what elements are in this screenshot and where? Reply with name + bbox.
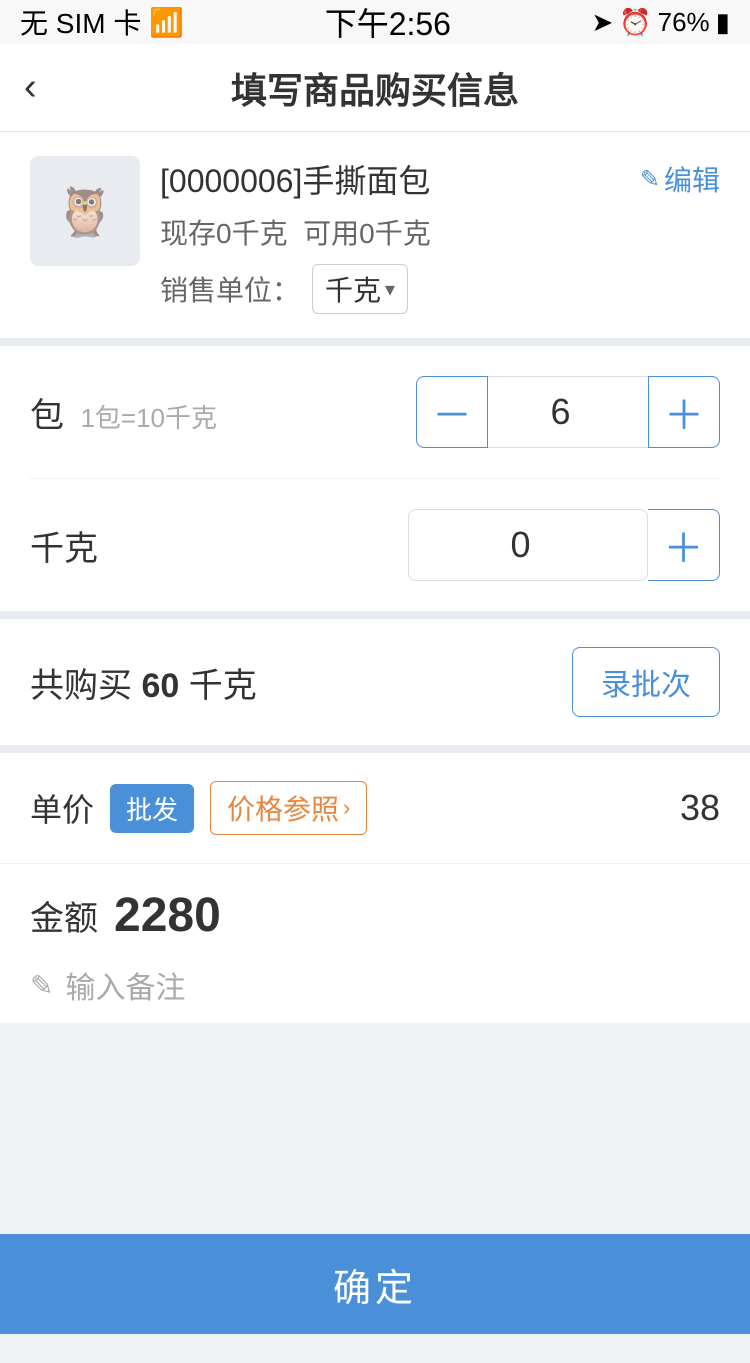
back-button[interactable]: ‹ bbox=[24, 66, 37, 109]
product-name-row: [0000006]手撕面包 ✎ 编辑 bbox=[160, 156, 720, 202]
location-icon: ➤ bbox=[591, 7, 613, 38]
nav-bar: ‹ 填写商品购买信息 bbox=[0, 44, 750, 132]
remark-text: 输入备注 bbox=[65, 963, 185, 1007]
kg-quantity-input[interactable] bbox=[408, 509, 648, 581]
product-image: 🦉 bbox=[30, 156, 140, 266]
available-label: 可用0千克 bbox=[303, 218, 431, 249]
status-right: ➤ ⏰ 76% ▮ bbox=[591, 7, 730, 38]
product-info: [0000006]手撕面包 ✎ 编辑 现存0千克 可用0千克 销售单位： 千克 … bbox=[160, 156, 720, 314]
stock-label: 现存0千克 bbox=[160, 218, 288, 249]
summary-amount: 60 bbox=[141, 667, 188, 705]
wifi-icon: 📶 bbox=[149, 6, 184, 39]
product-name: [0000006]手撕面包 bbox=[160, 156, 430, 202]
amount-label: 金额 bbox=[30, 891, 98, 940]
quantity-section: 包 1包=10千克 － ＋ 千克 ＋ bbox=[0, 346, 750, 619]
confirm-button[interactable]: 确定 bbox=[0, 1234, 750, 1334]
product-code: [0000006] bbox=[160, 163, 302, 199]
product-image-icon: 🦉 bbox=[55, 183, 115, 240]
unit-arrow-icon: ▾ bbox=[385, 277, 395, 302]
kg-label: 千克 bbox=[30, 521, 98, 570]
price-section: 单价 批发 价格参照 › 38 bbox=[0, 753, 750, 864]
edit-label: 编辑 bbox=[664, 159, 720, 199]
remark-row[interactable]: ✎ 输入备注 bbox=[30, 963, 720, 1007]
amount-section: 金额 2280 ✎ 输入备注 bbox=[0, 864, 750, 1023]
amount-value: 2280 bbox=[114, 888, 221, 943]
remark-icon: ✎ bbox=[30, 969, 53, 1002]
bag-quantity-row: 包 1包=10千克 － ＋ bbox=[30, 346, 720, 479]
bag-sublabel: 1包=10千克 bbox=[80, 403, 217, 433]
status-left: 无 SIM 卡 📶 bbox=[20, 2, 184, 42]
summary-prefix: 共购买 bbox=[30, 667, 132, 705]
price-ref-button[interactable]: 价格参照 › bbox=[210, 781, 367, 835]
kg-plus-button[interactable]: ＋ bbox=[648, 509, 720, 581]
bag-minus-button[interactable]: － bbox=[416, 376, 488, 448]
product-unit-row: 销售单位： 千克 ▾ bbox=[160, 264, 720, 314]
price-ref-label: 价格参照 bbox=[227, 788, 339, 828]
carrier-text: 无 SIM 卡 bbox=[20, 2, 141, 42]
summary-text: 共购买 60 千克 bbox=[30, 658, 257, 707]
product-card: 🦉 [0000006]手撕面包 ✎ 编辑 现存0千克 可用0千克 销售单位： 千… bbox=[0, 132, 750, 346]
alarm-icon: ⏰ bbox=[619, 7, 651, 38]
unit-label: 销售单位： bbox=[160, 269, 300, 309]
status-time: 下午2:56 bbox=[325, 0, 451, 45]
amount-row: 金额 2280 bbox=[30, 888, 720, 943]
kg-quantity-row: 千克 ＋ bbox=[30, 479, 720, 611]
kg-quantity-control: ＋ bbox=[408, 509, 720, 581]
edit-button[interactable]: ✎ 编辑 bbox=[640, 159, 720, 199]
price-type-tag: 批发 bbox=[110, 784, 194, 833]
product-title: 手撕面包 bbox=[302, 163, 430, 199]
nav-title: 填写商品购买信息 bbox=[231, 62, 519, 114]
unit-select[interactable]: 千克 ▾ bbox=[312, 264, 408, 314]
price-value: 38 bbox=[680, 787, 720, 829]
price-label: 单价 bbox=[30, 785, 94, 831]
battery-icon: ▮ bbox=[716, 7, 730, 38]
status-bar: 无 SIM 卡 📶 下午2:56 ➤ ⏰ 76% ▮ bbox=[0, 0, 750, 44]
bag-quantity-control: － ＋ bbox=[416, 376, 720, 448]
battery-percent: 76% bbox=[658, 7, 710, 38]
summary-unit: 千克 bbox=[189, 667, 257, 705]
edit-icon: ✎ bbox=[640, 165, 660, 194]
price-ref-arrow-icon: › bbox=[343, 795, 350, 821]
bag-quantity-input[interactable] bbox=[488, 376, 648, 448]
bag-label-area: 包 1包=10千克 bbox=[30, 388, 217, 437]
unit-value: 千克 bbox=[325, 269, 381, 309]
bag-plus-button[interactable]: ＋ bbox=[648, 376, 720, 448]
batch-button[interactable]: 录批次 bbox=[572, 647, 720, 717]
product-stock: 现存0千克 可用0千克 bbox=[160, 212, 720, 252]
bag-label: 包 bbox=[30, 397, 64, 435]
summary-section: 共购买 60 千克 录批次 bbox=[0, 619, 750, 753]
